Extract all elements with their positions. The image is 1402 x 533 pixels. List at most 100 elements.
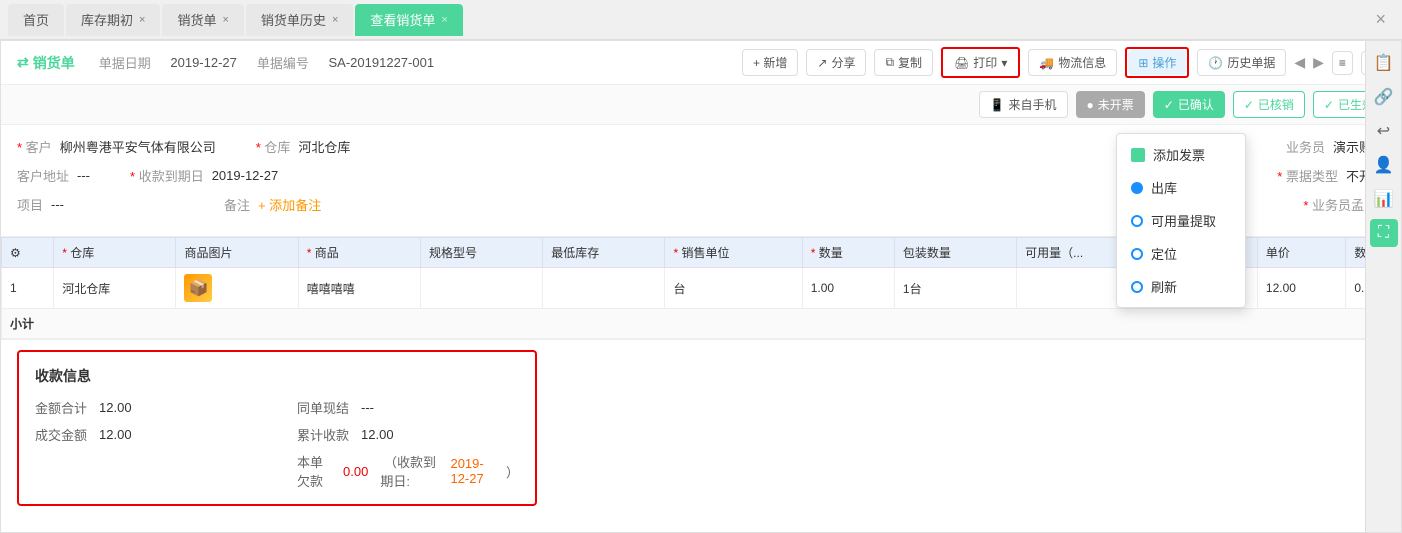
history-icon: 🕐 bbox=[1208, 56, 1223, 70]
settings-icon: ⚙ bbox=[10, 246, 21, 260]
row-spec bbox=[420, 268, 542, 309]
logistics-button-label: 物流信息 bbox=[1058, 54, 1106, 71]
nav-next-icon[interactable]: ▶ bbox=[1313, 54, 1324, 71]
nav-prev-icon[interactable]: ◀ bbox=[1294, 54, 1305, 71]
confirmed-button[interactable]: ✓ 已确认 bbox=[1153, 91, 1225, 118]
doc-no-label: 单据编号 bbox=[257, 53, 309, 72]
sidebar-link-icon[interactable]: 🔗 bbox=[1370, 83, 1398, 111]
project-value: --- bbox=[51, 197, 64, 212]
tab-inventory-init-close[interactable]: × bbox=[139, 14, 145, 26]
address-label: 客户地址 bbox=[17, 166, 69, 185]
row-qty: 1.00 bbox=[802, 268, 894, 309]
locate-label: 定位 bbox=[1151, 244, 1177, 263]
dropdown-add-invoice[interactable]: 添加发票 bbox=[1117, 138, 1245, 171]
cancel-status-label: 已核销 bbox=[1258, 96, 1294, 113]
dropdown-locate[interactable]: 定位 bbox=[1117, 237, 1245, 270]
due-note-end: ） bbox=[506, 462, 519, 481]
share-button[interactable]: ↗ 分享 bbox=[806, 49, 866, 76]
row-price: 12.00 bbox=[1257, 268, 1345, 309]
tab-sales-order-close[interactable]: × bbox=[222, 14, 228, 26]
not-open-icon: ● bbox=[1087, 98, 1094, 112]
tab-view-sales-close[interactable]: × bbox=[441, 14, 447, 26]
product-image: 📦 bbox=[184, 274, 212, 302]
add-invoice-label: 添加发票 bbox=[1153, 145, 1205, 164]
warehouse-value: 河北仓库 bbox=[298, 137, 350, 156]
tab-sales-order[interactable]: 销货单 × bbox=[162, 4, 243, 36]
row-min-stock bbox=[543, 268, 665, 309]
tab-view-sales-label: 查看销货单 bbox=[370, 10, 435, 29]
avail-extract-icon bbox=[1131, 215, 1143, 227]
tab-view-sales[interactable]: 查看销货单 × bbox=[355, 4, 462, 36]
cancel-checkmark-icon: ✓ bbox=[1244, 98, 1254, 112]
project-field: 项目 --- bbox=[17, 195, 64, 214]
note-label: 备注 bbox=[224, 195, 250, 214]
cumulative-value: 12.00 bbox=[361, 427, 394, 442]
share-button-label: 分享 bbox=[831, 54, 855, 71]
subtotal-row: 小计 bbox=[2, 309, 1401, 339]
doc-no-value: SA-20191227-001 bbox=[329, 55, 435, 70]
tab-sales-history-close[interactable]: × bbox=[332, 14, 338, 26]
col-pkg-qty: 包装数量 bbox=[894, 238, 1016, 268]
due-date-field: 收款到期日 2019-12-27 bbox=[130, 166, 278, 185]
project-label: 项目 bbox=[17, 195, 43, 214]
same-order-value: --- bbox=[361, 400, 374, 415]
due-date: 2019-12-27 bbox=[450, 456, 494, 486]
not-open-ticket-button[interactable]: ● 未开票 bbox=[1076, 91, 1145, 118]
payment-box: 收款信息 金额合计 12.00 同单现结 --- 成交金额 12.00 累计收款… bbox=[17, 350, 537, 506]
col-spec: 规格型号 bbox=[420, 238, 542, 268]
operation-button-label: 操作 bbox=[1152, 54, 1176, 71]
payment-title: 收款信息 bbox=[35, 366, 519, 386]
add-note-button[interactable]: 添加备注 bbox=[258, 195, 321, 214]
tab-bar: 首页 库存期初 × 销货单 × 销货单历史 × 查看销货单 × × bbox=[0, 0, 1402, 40]
copy-button[interactable]: ⧉ 复制 bbox=[874, 49, 933, 76]
deal-amount-value: 12.00 bbox=[99, 427, 132, 442]
warehouse-label: 仓库 bbox=[256, 137, 291, 156]
same-order-label: 同单现结 bbox=[297, 398, 349, 417]
amount-total-value: 12.00 bbox=[99, 400, 132, 415]
dropdown-refresh[interactable]: 刷新 bbox=[1117, 270, 1245, 303]
operation-button[interactable]: ⊞ 操作 bbox=[1128, 50, 1186, 75]
from-phone-button[interactable]: 📱 来自手机 bbox=[979, 91, 1068, 118]
col-price: 单价 bbox=[1257, 238, 1345, 268]
print-button[interactable]: 🖨 打印 ▾ bbox=[944, 50, 1017, 75]
tab-home[interactable]: 首页 bbox=[8, 4, 64, 36]
cancel-status-button[interactable]: ✓ 已核销 bbox=[1233, 91, 1305, 118]
tab-inventory-init-label: 库存期初 bbox=[81, 10, 133, 29]
add-invoice-icon bbox=[1131, 148, 1145, 162]
view-list-button[interactable]: ≡ bbox=[1332, 51, 1353, 75]
op-highlight: ⊞ 操作 bbox=[1125, 47, 1189, 78]
window-close-button[interactable]: × bbox=[1367, 9, 1394, 30]
new-button[interactable]: + 新增 bbox=[742, 49, 798, 76]
sidebar-expand-icon[interactable]: ⛶ bbox=[1370, 219, 1398, 247]
sidebar-return-icon[interactable]: ↩ bbox=[1370, 117, 1398, 145]
tab-inventory-init[interactable]: 库存期初 × bbox=[66, 4, 160, 36]
doc-type-icon: ⇄ bbox=[17, 54, 29, 71]
payment-grid: 金额合计 12.00 同单现结 --- 成交金额 12.00 累计收款 12.0… bbox=[35, 398, 519, 490]
col-product: * 商品 bbox=[298, 238, 420, 268]
customer-label: 客户 bbox=[17, 137, 52, 156]
history-button[interactable]: 🕐 历史单据 bbox=[1197, 49, 1286, 76]
sidebar-doc-icon[interactable]: 📋 bbox=[1370, 49, 1398, 77]
due-amount-value: 0.00 bbox=[343, 464, 368, 479]
dropdown-avail-extract[interactable]: 可用量提取 bbox=[1117, 204, 1245, 237]
history-button-label: 历史单据 bbox=[1227, 54, 1275, 71]
warehouse-field: 仓库 河北仓库 bbox=[256, 137, 351, 156]
tab-sales-history[interactable]: 销货单历史 × bbox=[246, 4, 353, 36]
doc-meta: 单据日期 2019-12-27 单据编号 SA-20191227-001 bbox=[99, 53, 738, 72]
cumulative-label: 累计收款 bbox=[297, 425, 349, 444]
customer-field: 客户 柳州粤港平安气体有限公司 bbox=[17, 137, 216, 156]
sidebar-chart-icon[interactable]: 📊 bbox=[1370, 185, 1398, 213]
print-icon: 🖨 bbox=[954, 56, 969, 70]
operation-icon: ⊞ bbox=[1138, 56, 1148, 70]
copy-icon: ⧉ bbox=[885, 55, 894, 70]
address-field: 客户地址 --- bbox=[17, 166, 90, 185]
dropdown-outbound[interactable]: 出库 bbox=[1117, 171, 1245, 204]
staff-label: 业务员 bbox=[1286, 137, 1325, 156]
copy-button-label: 复制 bbox=[898, 54, 922, 71]
sidebar-user-icon[interactable]: 👤 bbox=[1370, 151, 1398, 179]
doc-date-value: 2019-12-27 bbox=[170, 55, 237, 70]
col-settings[interactable]: ⚙ bbox=[2, 238, 54, 268]
main-content: ⇄ 销货单 单据日期 2019-12-27 单据编号 SA-20191227-0… bbox=[0, 40, 1402, 533]
logistics-button[interactable]: 🚚 物流信息 bbox=[1028, 49, 1117, 76]
col-img: 商品图片 bbox=[176, 238, 298, 268]
